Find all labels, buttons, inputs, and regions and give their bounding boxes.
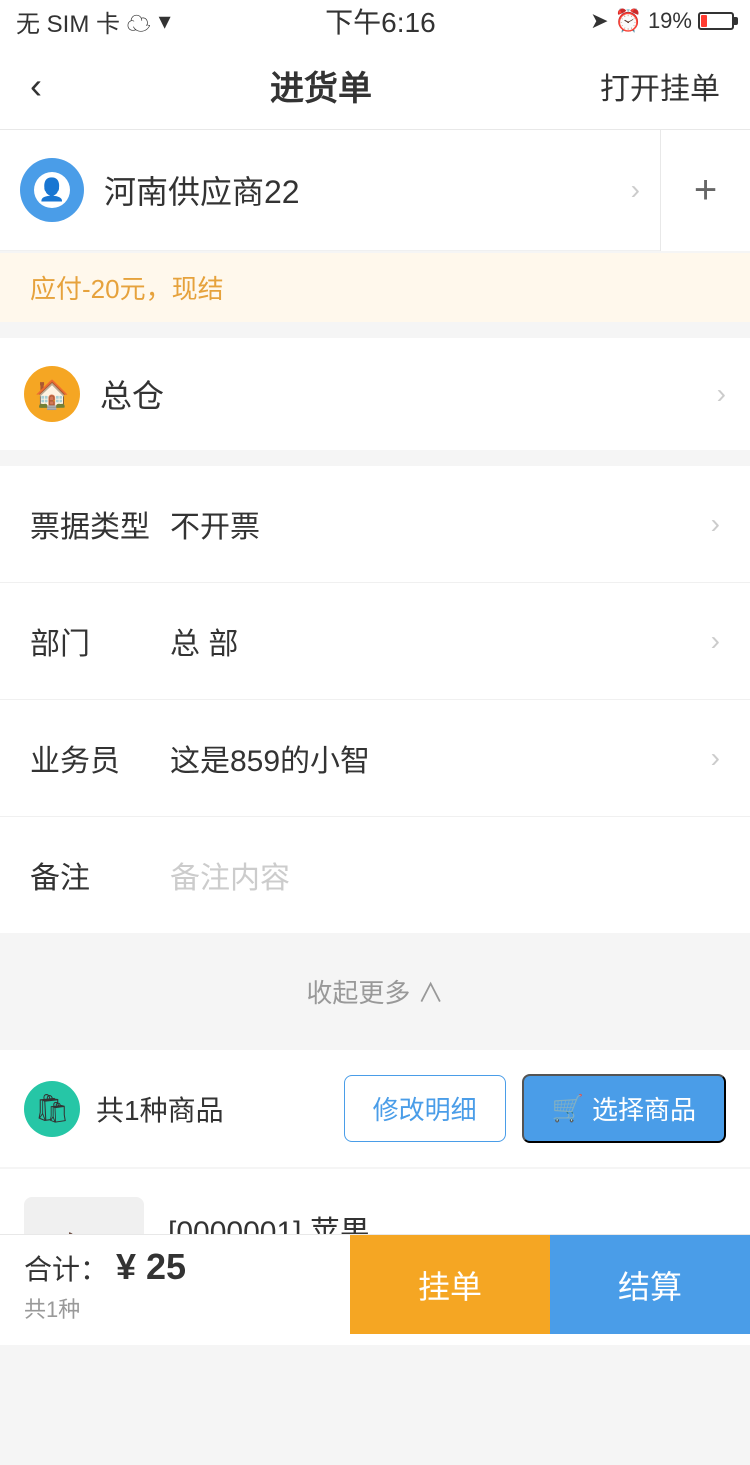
warehouse-selector[interactable]: 🏠 总仓 ›	[0, 338, 750, 450]
form-section: 票据类型 不开票 › 部门 总 部 › 业务员 这是859的小智 › 备注 备注…	[0, 466, 750, 933]
salesperson-row[interactable]: 业务员 这是859的小智 ›	[0, 700, 750, 817]
total-count: 共1种	[24, 1292, 326, 1324]
footer-total: 合计： ¥ 25 共1种	[0, 1235, 350, 1334]
page-title: 进货单	[270, 61, 372, 110]
sim-status: 无 SIM 卡 ☁	[16, 4, 151, 39]
hang-button[interactable]: 挂单	[350, 1235, 550, 1334]
supplier-avatar: 👤	[20, 158, 84, 222]
invoice-type-label: 票据类型	[30, 502, 170, 546]
chevron-right-icon: ›	[711, 625, 720, 657]
chevron-right-icon: ›	[717, 378, 726, 410]
person-icon: 👤	[34, 172, 70, 208]
select-product-label: 选择商品	[592, 1090, 696, 1127]
supplier-selector[interactable]: 👤 河南供应商22 ›	[0, 130, 660, 251]
edit-detail-button[interactable]: 修改明细	[344, 1075, 506, 1142]
nav-bar: ‹ 进货单 打开挂单	[0, 42, 750, 130]
open-hang-button[interactable]: 打开挂单	[600, 64, 720, 108]
warehouse-icon: 🏠	[24, 366, 80, 422]
total-amount: ¥ 25	[116, 1246, 186, 1288]
checkout-button[interactable]: 结算	[550, 1235, 750, 1334]
footer: 合计： ¥ 25 共1种 挂单 结算	[0, 1234, 750, 1334]
alarm-icon: ⏰	[615, 8, 642, 34]
location-icon: ➤	[590, 8, 608, 34]
remark-input[interactable]: 备注内容	[170, 853, 720, 897]
status-left: 无 SIM 卡 ☁ ▾	[16, 4, 171, 39]
supplier-section: 👤 河南供应商22 › +	[0, 130, 750, 251]
total-row: 合计： ¥ 25	[24, 1246, 326, 1288]
chevron-right-icon: ›	[711, 742, 720, 774]
supplier-name: 河南供应商22	[104, 167, 631, 213]
chevron-right-icon: ›	[711, 508, 720, 540]
department-row[interactable]: 部门 总 部 ›	[0, 583, 750, 700]
department-label: 部门	[30, 619, 170, 663]
select-product-button[interactable]: 🛒 选择商品	[522, 1074, 726, 1143]
add-supplier-button[interactable]: +	[660, 130, 750, 251]
remark-row[interactable]: 备注 备注内容	[0, 817, 750, 933]
wifi-icon: ▾	[159, 7, 171, 36]
product-count-text: 共1种商品	[96, 1089, 328, 1129]
invoice-type-row[interactable]: 票据类型 不开票 ›	[0, 466, 750, 583]
product-header: 🛍 共1种商品 修改明细 🛒 选择商品	[0, 1050, 750, 1167]
status-bar: 无 SIM 卡 ☁ ▾ 下午6:16 ➤ ⏰ 19%	[0, 0, 750, 42]
battery-icon	[698, 12, 734, 30]
status-right: ➤ ⏰ 19%	[590, 8, 734, 34]
status-time: 下午6:16	[325, 1, 436, 41]
cart-icon: 🛒	[552, 1093, 584, 1124]
salesperson-label: 业务员	[30, 736, 170, 780]
battery-percent: 19%	[648, 8, 692, 34]
back-button[interactable]: ‹	[30, 65, 42, 107]
invoice-type-value: 不开票	[170, 502, 711, 546]
warehouse-name: 总仓	[100, 371, 717, 417]
chevron-right-icon: ›	[631, 174, 640, 206]
total-label: 合计：	[24, 1248, 108, 1288]
remark-label: 备注	[30, 853, 170, 897]
supplier-warning-bar: 应付-20元，现结	[0, 253, 750, 322]
salesperson-value: 这是859的小智	[170, 736, 711, 780]
product-count-icon: 🛍	[24, 1081, 80, 1137]
collapse-bar[interactable]: 收起更多 ∧	[0, 949, 750, 1034]
department-value: 总 部	[170, 619, 711, 663]
